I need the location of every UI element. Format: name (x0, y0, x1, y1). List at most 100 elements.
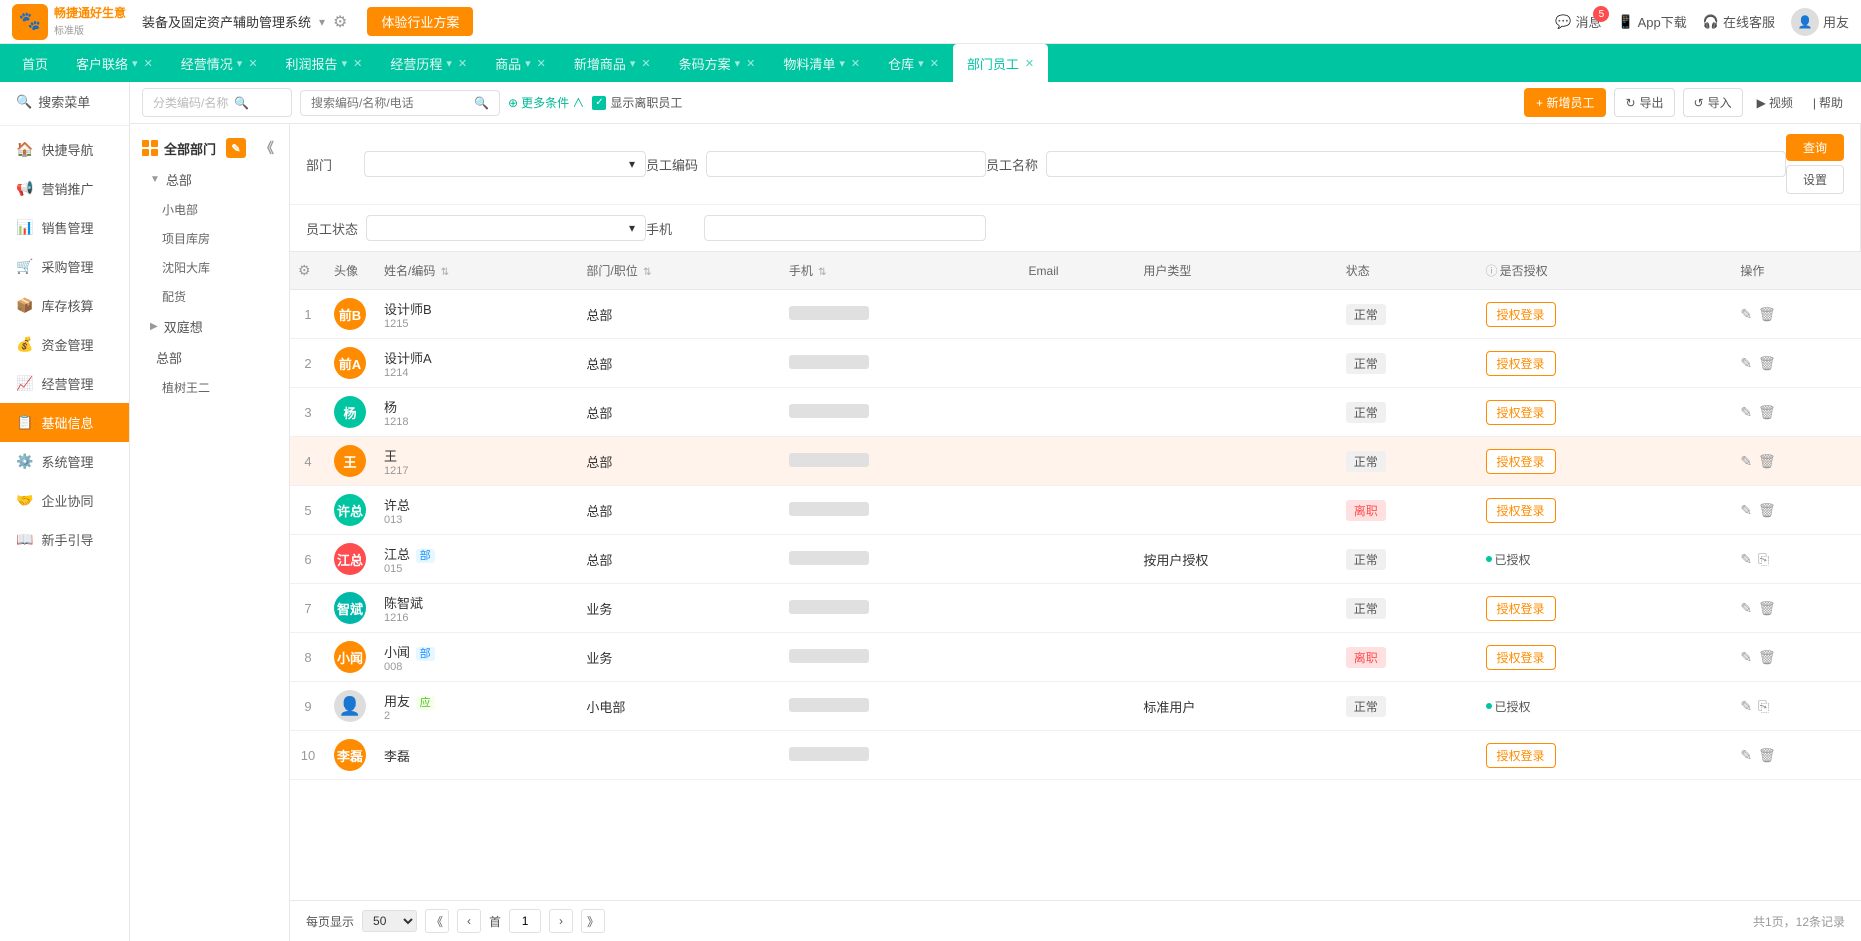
auth-login-button[interactable]: 授权登录 (1486, 498, 1556, 523)
dropdown-arrow-icon[interactable]: ▾ (319, 15, 325, 29)
dept-sub-xiaodian[interactable]: 小电部 (130, 195, 289, 224)
emp-code-input[interactable] (706, 151, 986, 177)
sidebar-item-search[interactable]: 🔍 搜索菜单 (0, 82, 129, 121)
phone-input[interactable] (704, 215, 986, 241)
edit-icon[interactable]: ✎ (1740, 502, 1752, 519)
tab-customer[interactable]: 客户联络 ▾✕ (62, 44, 167, 82)
delete-icon[interactable]: 🗑 (1758, 404, 1776, 421)
auth-login-button[interactable]: 授权登录 (1486, 645, 1556, 670)
sidebar-item-purchase[interactable]: 🛒采购管理 (0, 247, 129, 286)
next-page-button[interactable]: › (549, 909, 573, 933)
auth-login-button[interactable]: 授权登录 (1486, 596, 1556, 621)
import-button[interactable]: ↺ 导入 (1683, 88, 1743, 117)
tab-bom[interactable]: 物料清单 ▾✕ (769, 44, 874, 82)
category-filter[interactable]: 分类编码/名称 🔍 (142, 88, 292, 117)
search-input[interactable] (311, 96, 468, 110)
copy-icon[interactable]: ⎘ (1758, 551, 1769, 568)
dept-sub-peihuo[interactable]: 配货 (130, 282, 289, 311)
close-icon[interactable]: ✕ (537, 57, 546, 70)
emp-status-select[interactable]: ▾ (366, 215, 646, 241)
close-icon[interactable]: ✕ (248, 57, 257, 70)
copy-icon[interactable]: ⎘ (1758, 698, 1769, 715)
gear-icon[interactable]: ⚙ (333, 12, 347, 32)
delete-icon[interactable]: 🗑 (1758, 502, 1776, 519)
dept-sub-shenyang[interactable]: 沈阳大库 (130, 253, 289, 282)
sidebar-item-marketing[interactable]: 📢营销推广 (0, 169, 129, 208)
show-resigned-toggle[interactable]: ✓ 显示离职员工 (592, 94, 682, 111)
close-icon[interactable]: ✕ (930, 57, 939, 70)
tab-barcode[interactable]: 条码方案 ▾✕ (665, 44, 770, 82)
close-icon[interactable]: ✕ (746, 57, 755, 70)
edit-icon[interactable]: ✎ (1740, 355, 1752, 372)
search-submit-icon[interactable]: 🔍 (474, 96, 489, 110)
sidebar-item-guide[interactable]: 📖新手引导 (0, 520, 129, 559)
trial-button[interactable]: 体验行业方案 (367, 7, 473, 36)
prev-page-button[interactable]: ‹ (457, 909, 481, 933)
sidebar-item-inventory[interactable]: 📦库存核算 (0, 286, 129, 325)
delete-icon[interactable]: 🗑 (1758, 355, 1776, 372)
auth-login-button[interactable]: 授权登录 (1486, 302, 1556, 327)
close-icon[interactable]: ✕ (1025, 57, 1034, 70)
last-page-button[interactable]: 》 (581, 909, 605, 933)
auth-login-button[interactable]: 授权登录 (1486, 400, 1556, 425)
edit-icon[interactable]: ✎ (1740, 600, 1752, 617)
gear-icon[interactable]: ⚙ (298, 262, 311, 278)
page-number-input[interactable] (509, 909, 541, 933)
set-button[interactable]: 设置 (1786, 165, 1844, 194)
dept-sub-xiangmu[interactable]: 项目库房 (130, 224, 289, 253)
delete-icon[interactable]: 🗑 (1758, 453, 1776, 470)
sidebar-item-home[interactable]: 🏠快捷导航 (0, 130, 129, 169)
dept-item-zongbu2[interactable]: 总部 (130, 342, 289, 373)
first-page-button[interactable]: 《 (425, 909, 449, 933)
tab-home[interactable]: 首页 (8, 44, 62, 82)
tab-add-goods[interactable]: 新增商品 ▾✕ (560, 44, 665, 82)
sidebar-item-finance[interactable]: 💰资金管理 (0, 325, 129, 364)
auth-login-button[interactable]: 授权登录 (1486, 743, 1556, 768)
tab-warehouse[interactable]: 仓库 ▾✕ (874, 44, 953, 82)
page-size-select[interactable]: 50 100 (362, 910, 417, 932)
close-icon[interactable]: ✕ (353, 57, 362, 70)
delete-icon[interactable]: 🗑 (1758, 747, 1776, 764)
tab-profit[interactable]: 利润报告 ▾✕ (272, 44, 377, 82)
tab-goods[interactable]: 商品 ▾✕ (481, 44, 560, 82)
online-service-button[interactable]: 🎧 在线客服 (1703, 12, 1775, 31)
dept-sub-zhishu[interactable]: 植树王二 (130, 373, 289, 402)
close-icon[interactable]: ✕ (641, 57, 650, 70)
more-filter-btn[interactable]: ⊕ 更多条件 ∧ (508, 94, 584, 111)
delete-icon[interactable]: 🗑 (1758, 649, 1776, 666)
edit-icon[interactable]: ✎ (1740, 649, 1752, 666)
delete-icon[interactable]: 🗑 (1758, 306, 1776, 323)
message-button[interactable]: 💬 消息 5 (1555, 12, 1601, 31)
close-icon[interactable]: ✕ (458, 57, 467, 70)
auth-login-button[interactable]: 授权登录 (1486, 449, 1556, 474)
dept-item-zongbu[interactable]: ▼总部 (130, 164, 289, 195)
edit-icon[interactable]: ✎ (1740, 453, 1752, 470)
search-button[interactable]: 查询 (1786, 134, 1844, 161)
sidebar-item-system[interactable]: ⚙️系统管理 (0, 442, 129, 481)
sidebar-item-collab[interactable]: 🤝企业协同 (0, 481, 129, 520)
user-menu[interactable]: 👤 用友 (1791, 8, 1849, 36)
view-button[interactable]: ▶ 视频 (1751, 89, 1799, 116)
tab-operation[interactable]: 经营情况 ▾✕ (167, 44, 272, 82)
dept-collapse-button[interactable]: 《 (257, 138, 277, 158)
sidebar-item-sales[interactable]: 📊销售管理 (0, 208, 129, 247)
auth-login-button[interactable]: 授权登录 (1486, 351, 1556, 376)
edit-icon[interactable]: ✎ (1740, 698, 1752, 715)
edit-icon[interactable]: ✎ (1740, 306, 1752, 323)
sort-icon[interactable]: ⇅ (818, 267, 826, 278)
close-icon[interactable]: ✕ (144, 57, 153, 70)
edit-icon[interactable]: ✎ (1740, 404, 1752, 421)
delete-icon[interactable]: 🗑 (1758, 600, 1776, 617)
app-download-button[interactable]: 📱 App下载 (1617, 12, 1686, 31)
sidebar-item-operation[interactable]: 📈经营管理 (0, 364, 129, 403)
tab-department[interactable]: 部门员工 ✕ (953, 44, 1048, 82)
sort-icon[interactable]: ⇅ (441, 267, 449, 278)
edit-icon[interactable]: ✎ (1740, 747, 1752, 764)
tab-history[interactable]: 经营历程 ▾✕ (376, 44, 481, 82)
sort-icon[interactable]: ⇅ (643, 267, 651, 278)
emp-name-input[interactable] (1046, 151, 1786, 177)
edit-icon[interactable]: ✎ (1740, 551, 1752, 568)
dept-select[interactable]: ▾ (364, 151, 646, 177)
add-employee-button[interactable]: + 新增员工 (1524, 88, 1606, 117)
close-icon[interactable]: ✕ (851, 57, 860, 70)
